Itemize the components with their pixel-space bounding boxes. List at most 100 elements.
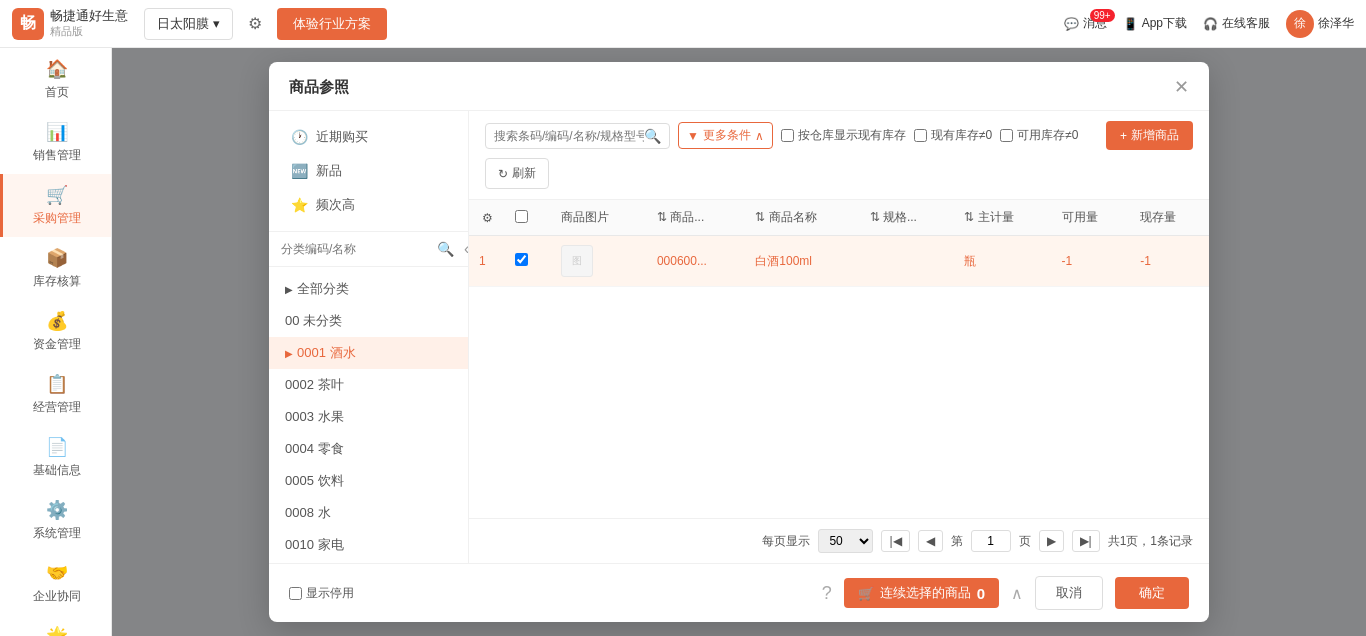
page-number-input[interactable]: [971, 530, 1011, 552]
cart-collapse-icon[interactable]: ∧: [1011, 584, 1023, 603]
product-reference-modal: 商品参照 ✕ 🕐 近期购买 🆕: [269, 62, 1209, 622]
category-list: ▶ 全部分类 00 未分类 ▶ 0001 酒水 0002 茶: [269, 267, 468, 563]
sidebar-item-inventory[interactable]: 📦 库存核算: [0, 237, 111, 300]
product-table: ⚙ 商品图片 ⇅ 商品... ⇅ 商品名称: [469, 200, 1209, 287]
prev-page-button[interactable]: ◀: [918, 530, 943, 552]
category-uncategorized[interactable]: 00 未分类: [269, 305, 468, 337]
collab-icon: 🤝: [46, 562, 68, 584]
warehouse-filter-input[interactable]: [781, 129, 794, 142]
th-image: 商品图片: [551, 200, 647, 236]
app-download-label: App下载: [1142, 15, 1187, 32]
category-search-input[interactable]: [281, 242, 431, 256]
category-snacks[interactable]: 0004 零食: [269, 433, 468, 465]
nav-right: 💬 消息 99+ 📱 App下载 🎧 在线客服 徐 徐泽华: [1064, 10, 1354, 38]
category-liquor[interactable]: ▶ 0001 酒水: [269, 337, 468, 369]
sidebar-item-sales[interactable]: 📊 销售管理: [0, 111, 111, 174]
tab-new-products[interactable]: 🆕 新品: [281, 155, 456, 187]
cancel-button[interactable]: 取消: [1035, 576, 1103, 610]
tab-frequent-label: 频次高: [316, 196, 355, 214]
row-num: 1: [469, 236, 505, 287]
category-label: 全部分类: [297, 280, 349, 298]
category-all[interactable]: ▶ 全部分类: [269, 273, 468, 305]
sidebar-item-label: 资金管理: [33, 336, 81, 353]
refresh-button[interactable]: ↻ 刷新: [485, 158, 549, 189]
add-product-button[interactable]: + 新增商品: [1106, 121, 1193, 150]
show-disabled-checkbox[interactable]: [289, 587, 302, 600]
system-icon: ⚙️: [46, 499, 68, 521]
content-area: 商品参照 ✕ 🕐 近期购买 🆕: [112, 48, 1366, 636]
table-row[interactable]: 1 图 000600... 白酒100ml: [469, 236, 1209, 287]
th-unit[interactable]: ⇅ 主计量: [954, 200, 1051, 236]
trial-button[interactable]: 体验行业方案: [277, 8, 387, 40]
tab-recent-label: 近期购买: [316, 128, 368, 146]
help-icon[interactable]: ?: [822, 583, 832, 604]
sidebar-item-label: 库存核算: [33, 273, 81, 290]
per-page-select[interactable]: 50 100: [818, 529, 873, 553]
th-checkbox: [505, 200, 551, 236]
tab-frequent[interactable]: ⭐ 频次高: [281, 189, 456, 221]
cart-button[interactable]: 🛒 连续选择的商品 0: [844, 578, 999, 608]
confirm-button[interactable]: 确定: [1115, 577, 1189, 609]
product-search-input[interactable]: [494, 129, 644, 143]
warehouse-filter-checkbox[interactable]: 按仓库显示现有库存: [781, 127, 906, 144]
row-select-checkbox[interactable]: [515, 253, 528, 266]
left-tabs: 🕐 近期购买 🆕 新品 ⭐ 频次高: [269, 111, 468, 232]
sidebar-item-collab[interactable]: 🤝 企业协同: [0, 552, 111, 615]
category-search-icon[interactable]: 🔍: [437, 241, 454, 257]
category-fruit[interactable]: 0003 水果: [269, 401, 468, 433]
available-nonzero-checkbox[interactable]: 可用库存≠0: [1000, 127, 1078, 144]
row-checkbox[interactable]: [505, 236, 551, 287]
product-search-icon[interactable]: 🔍: [644, 128, 661, 144]
home-icon: 🏠: [46, 58, 68, 80]
tab-new-label: 新品: [316, 162, 342, 180]
refresh-icon: ↻: [498, 167, 508, 181]
row-spec: [860, 236, 955, 287]
operations-icon: 📋: [46, 373, 68, 395]
nonzero-stock-input[interactable]: [914, 129, 927, 142]
category-label: 0002 茶叶: [285, 376, 344, 394]
logo-line1: 畅捷通好生意: [50, 8, 128, 25]
th-name[interactable]: ⇅ 商品名称: [745, 200, 859, 236]
message-nav-item[interactable]: 💬 消息 99+: [1064, 15, 1107, 32]
category-water[interactable]: 0008 水: [269, 497, 468, 529]
logo-area: 畅 畅捷通好生意 精品版: [12, 8, 128, 40]
category-appliances[interactable]: 0010 家电: [269, 529, 468, 561]
app-download-nav-item[interactable]: 📱 App下载: [1123, 15, 1187, 32]
available-nonzero-input[interactable]: [1000, 129, 1013, 142]
nav-dropdown[interactable]: 日太阳膜 ▾: [144, 8, 233, 40]
sidebar-item-purchase[interactable]: 🛒 采购管理: [0, 174, 111, 237]
sales-icon: 📊: [46, 121, 68, 143]
modal-footer: 显示停用 ? 🛒 连续选择的商品 0 ∧ 取消 确定: [269, 563, 1209, 622]
more-filter-button[interactable]: ▼ 更多条件 ∧: [678, 122, 773, 149]
modal-close-button[interactable]: ✕: [1174, 76, 1189, 98]
sidebar-item-system[interactable]: ⚙️ 系统管理: [0, 489, 111, 552]
next-page-button[interactable]: ▶: [1039, 530, 1064, 552]
tab-recent-purchase[interactable]: 🕐 近期购买: [281, 121, 456, 153]
user-nav-item[interactable]: 徐 徐泽华: [1286, 10, 1354, 38]
th-spec[interactable]: ⇅ 规格...: [860, 200, 955, 236]
sidebar-item-operations[interactable]: 📋 经营管理: [0, 363, 111, 426]
category-label: 0010 家电: [285, 536, 344, 554]
online-service-nav-item[interactable]: 🎧 在线客服: [1203, 15, 1270, 32]
select-all-checkbox[interactable]: [515, 210, 528, 223]
sidebar-item-guide[interactable]: 🌟 新手引导: [0, 615, 111, 636]
category-label: 0005 饮料: [285, 472, 344, 490]
sidebar-item-home[interactable]: 🏠 首页: [0, 48, 111, 111]
settings-icon[interactable]: ⚙: [241, 10, 269, 38]
show-disabled-label[interactable]: 显示停用: [289, 585, 354, 602]
filter-icon: ▼: [687, 129, 699, 143]
th-settings[interactable]: ⚙: [469, 200, 505, 236]
category-drinks[interactable]: 0005 饮料: [269, 465, 468, 497]
pagination: 每页显示 50 100 |◀ ◀ 第 页 ▶ ▶|: [469, 518, 1209, 563]
modal-toolbar: 🔍 ▼ 更多条件 ∧ 按仓库显示现有库存: [469, 111, 1209, 200]
sidebar: 🏠 首页 📊 销售管理 🛒 采购管理 📦 库存核算 💰 资金管理 📋 经营管理 …: [0, 48, 112, 636]
sidebar-item-finance[interactable]: 💰 资金管理: [0, 300, 111, 363]
category-label: 0004 零食: [285, 440, 344, 458]
last-page-button[interactable]: ▶|: [1072, 530, 1100, 552]
category-tea[interactable]: 0002 茶叶: [269, 369, 468, 401]
sidebar-item-basic[interactable]: 📄 基础信息: [0, 426, 111, 489]
th-code[interactable]: ⇅ 商品...: [647, 200, 745, 236]
nonzero-stock-checkbox[interactable]: 现有库存≠0: [914, 127, 992, 144]
first-page-button[interactable]: |◀: [881, 530, 909, 552]
row-unit: 瓶: [954, 236, 1051, 287]
